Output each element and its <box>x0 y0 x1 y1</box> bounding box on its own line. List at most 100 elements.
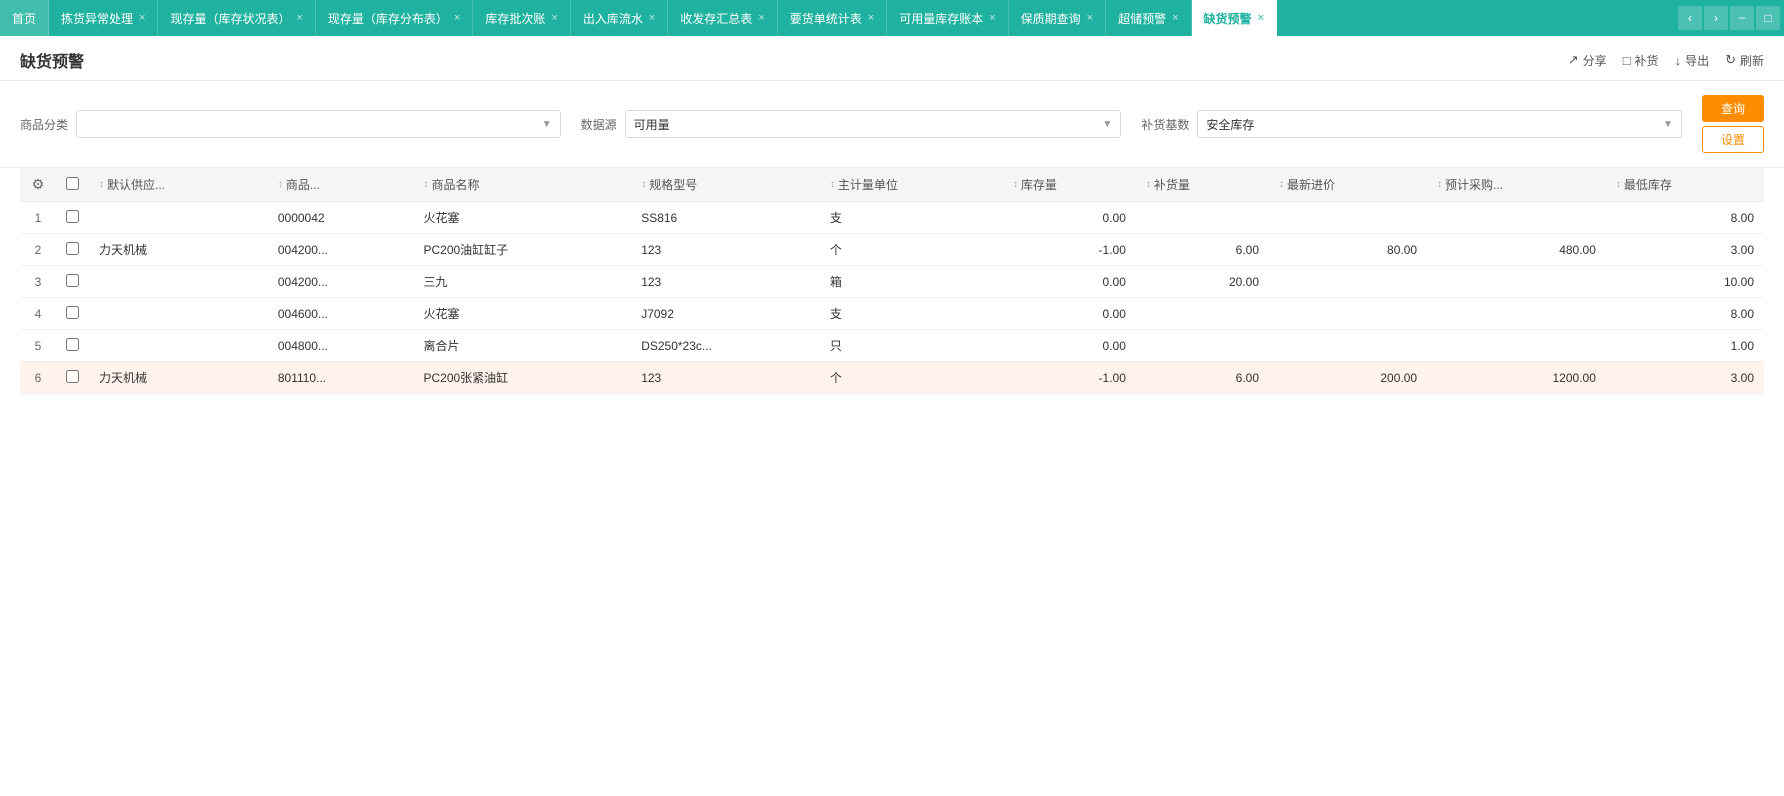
row-unit: 箱 <box>820 266 1003 298</box>
select-all-checkbox[interactable] <box>66 177 79 190</box>
row-latest-price: 200.00 <box>1269 362 1427 394</box>
row-latest-price <box>1269 330 1427 362</box>
sort-icon-supplier: ↕ <box>99 179 104 190</box>
row-min-stock: 1.00 <box>1606 330 1764 362</box>
tab-stock-status[interactable]: 现存量（库存状况表） × <box>158 0 315 36</box>
col-header-goods-code: ↕ 商品... <box>268 168 414 202</box>
row-default-supplier <box>89 266 268 298</box>
row-checkbox[interactable] <box>66 242 79 255</box>
data-source-filter-group: 数据源 可用量 ▼ <box>581 110 1122 138</box>
replenish-base-select[interactable]: 安全库存 ▼ <box>1197 110 1682 138</box>
tab-picking-exception[interactable]: 拣货异常处理 × <box>49 0 158 36</box>
row-min-stock: 3.00 <box>1606 234 1764 266</box>
row-checkbox[interactable] <box>66 210 79 223</box>
tab-expiry-query[interactable]: 保质期查询 × <box>1009 0 1106 36</box>
row-checkbox[interactable] <box>66 338 79 351</box>
replenish-base-filter-group: 补货基数 安全库存 ▼ <box>1141 110 1682 138</box>
tab-scroll-left-btn[interactable]: ‹ <box>1678 6 1702 30</box>
tab-summary[interactable]: 收发存汇总表 × <box>668 0 777 36</box>
row-goods-code: 004600... <box>268 298 414 330</box>
col-header-latest-price: ↕ 最新进价 <box>1269 168 1427 202</box>
share-button[interactable]: ↗ 分享 <box>1568 52 1607 69</box>
filter-area: 商品分类 ▼ 数据源 可用量 ▼ 补货基数 安全库存 ▼ 查询 设置 <box>0 81 1784 168</box>
col-header-settings: ⚙ <box>20 168 56 202</box>
col-header-estimated-purchase: ↕ 预计采购... <box>1427 168 1606 202</box>
query-button[interactable]: 查询 <box>1702 95 1764 122</box>
tab-close-overstock-warning[interactable]: × <box>1172 12 1178 24</box>
data-source-select[interactable]: 可用量 ▼ <box>625 110 1122 138</box>
row-checkbox-cell <box>56 298 89 330</box>
row-checkbox[interactable] <box>66 306 79 319</box>
row-checkbox-cell <box>56 330 89 362</box>
tab-maximize-btn[interactable]: □ <box>1756 6 1780 30</box>
tab-close-flow[interactable]: × <box>649 12 655 24</box>
row-replenish-qty: 6.00 <box>1136 362 1269 394</box>
col-header-min-stock: ↕ 最低库存 <box>1606 168 1764 202</box>
tab-minimize-btn[interactable]: − <box>1730 6 1754 30</box>
row-replenish-qty <box>1136 330 1269 362</box>
row-spec: DS250*23c... <box>631 330 820 362</box>
row-spec: J7092 <box>631 298 820 330</box>
tab-close-stock-dist[interactable]: × <box>454 12 460 24</box>
row-checkbox[interactable] <box>66 370 79 383</box>
row-min-stock: 10.00 <box>1606 266 1764 298</box>
export-button[interactable]: ↓ 导出 <box>1675 52 1710 69</box>
row-min-stock: 3.00 <box>1606 362 1764 394</box>
tab-overstock-warning[interactable]: 超储预警 × <box>1106 0 1191 36</box>
tab-close-picking-exception[interactable]: × <box>139 12 145 24</box>
table-settings-icon[interactable]: ⚙ <box>32 176 45 192</box>
goods-category-select[interactable]: ▼ <box>76 110 561 138</box>
sort-icon-goods-name: ↕ <box>423 179 428 190</box>
tab-home[interactable]: 首页 <box>0 0 49 36</box>
table-container: ⚙ ↕ 默认供应... ↕ 商品... <box>0 168 1784 394</box>
refresh-button[interactable]: ↻ 刷新 <box>1725 52 1764 69</box>
tab-flow[interactable]: 出入库流水 × <box>571 0 668 36</box>
data-source-label: 数据源 <box>581 116 617 133</box>
tab-scroll-right-btn[interactable]: › <box>1704 6 1728 30</box>
row-checkbox[interactable] <box>66 274 79 287</box>
row-goods-name: 三九 <box>413 266 631 298</box>
sort-icon-estimated-purchase: ↕ <box>1437 179 1442 190</box>
data-source-arrow-icon: ▼ <box>1102 119 1112 130</box>
table-row: 6 力天机械 801110... PC200张紧油缸 123 个 -1.00 6… <box>20 362 1764 394</box>
tab-close-available-ledger[interactable]: × <box>989 12 995 24</box>
col-header-checkbox <box>56 168 89 202</box>
export-icon: ↓ <box>1675 53 1682 68</box>
sort-icon-latest-price: ↕ <box>1279 179 1284 190</box>
col-header-spec: ↕ 规格型号 <box>631 168 820 202</box>
row-replenish-qty <box>1136 202 1269 234</box>
row-default-supplier <box>89 330 268 362</box>
row-stock-qty: 0.00 <box>1003 266 1136 298</box>
row-checkbox-cell <box>56 266 89 298</box>
tab-close-expiry-query[interactable]: × <box>1087 12 1093 24</box>
col-header-stock-qty: ↕ 库存量 <box>1003 168 1136 202</box>
row-latest-price <box>1269 298 1427 330</box>
setting-button[interactable]: 设置 <box>1702 126 1764 153</box>
row-stock-qty: -1.00 <box>1003 362 1136 394</box>
row-min-stock: 8.00 <box>1606 298 1764 330</box>
col-header-goods-name: ↕ 商品名称 <box>413 168 631 202</box>
tab-close-summary[interactable]: × <box>758 12 764 24</box>
row-spec: 123 <box>631 362 820 394</box>
row-num-cell: 4 <box>20 298 56 330</box>
row-goods-code: 004200... <box>268 234 414 266</box>
tab-available-ledger[interactable]: 可用量库存账本 × <box>887 0 1008 36</box>
row-estimated-purchase <box>1427 202 1606 234</box>
tab-stock-dist[interactable]: 现存量（库存分布表） × <box>316 0 473 36</box>
row-unit: 个 <box>820 362 1003 394</box>
tab-shortage-warning[interactable]: 缺货预警 × <box>1192 0 1277 36</box>
row-num-cell: 1 <box>20 202 56 234</box>
row-stock-qty: -1.00 <box>1003 234 1136 266</box>
row-num-cell: 6 <box>20 362 56 394</box>
tab-batch-account[interactable]: 库存批次账 × <box>473 0 570 36</box>
replenish-button[interactable]: □ 补货 <box>1623 52 1659 69</box>
row-goods-name: 火花塞 <box>413 202 631 234</box>
tab-close-stock-status[interactable]: × <box>296 12 302 24</box>
refresh-icon: ↻ <box>1725 52 1736 68</box>
row-stock-qty: 0.00 <box>1003 298 1136 330</box>
tab-demand-stats[interactable]: 要货单统计表 × <box>778 0 887 36</box>
tab-close-batch-account[interactable]: × <box>551 12 557 24</box>
tab-close-shortage-warning[interactable]: × <box>1258 12 1264 24</box>
row-replenish-qty <box>1136 298 1269 330</box>
tab-close-demand-stats[interactable]: × <box>868 12 874 24</box>
